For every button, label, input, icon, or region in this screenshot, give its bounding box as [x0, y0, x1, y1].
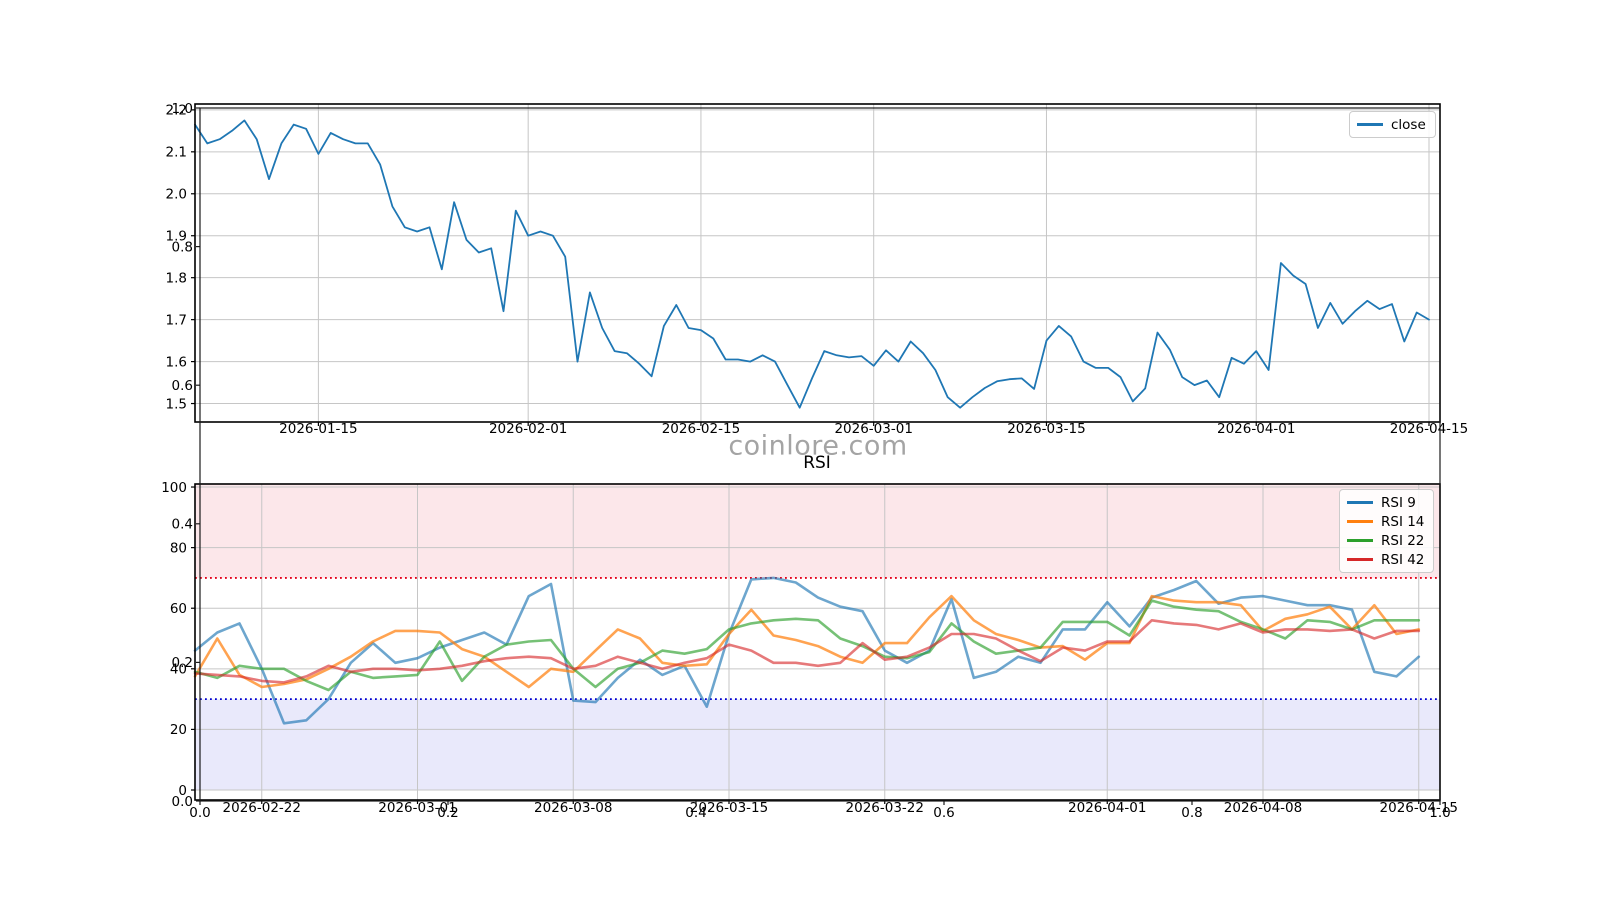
- y-tick-label: 2.1: [166, 145, 187, 161]
- y-tick-label: 1.6: [166, 354, 187, 370]
- rsi22-line-swatch: [1347, 539, 1373, 542]
- y-tick-label: 100: [161, 480, 187, 496]
- series-rsi-42: [193, 618, 1421, 684]
- oversold-band: [195, 699, 1440, 791]
- overlay-x-tick-label: 0.8: [1181, 805, 1202, 821]
- legend-entry-rsi42: RSI 42: [1347, 550, 1424, 569]
- legend-entry-rsi22: RSI 22: [1347, 531, 1424, 550]
- x-tick-label: 2026-04-01: [1217, 421, 1295, 437]
- rsi-chart: 0204060801002026-02-22 2026-03-01 2026-03-…: [161, 480, 1458, 816]
- legend-label-rsi42: RSI 42: [1381, 551, 1425, 568]
- y-tick-label: 20: [170, 722, 187, 738]
- x-tick-label: 2026-04-08: [1224, 800, 1302, 816]
- series-rsi-14: [193, 594, 1421, 689]
- overlay-y-tick-label: 0.6: [172, 378, 193, 394]
- x-tick-label: 2026-04-01: [1068, 800, 1146, 816]
- rsi9-line-swatch: [1347, 501, 1373, 504]
- close-line-swatch: [1357, 123, 1383, 126]
- legend-label-rsi22: RSI 22: [1381, 532, 1425, 549]
- figure: 1.5 1.6 1.7 1.8 1.9 2.0 2.1 2.2 2026-01-15 2026-0…: [0, 0, 1600, 900]
- overlay-y-tick-label: 0.4: [172, 517, 193, 533]
- rsi42-line-swatch: [1347, 558, 1373, 561]
- overlay-x-tick-label: 0.2: [437, 805, 458, 821]
- y-tick-label: 1.8: [166, 270, 187, 286]
- overlay-x-tick-label: 0.4: [685, 805, 706, 821]
- legend-entry-close: close: [1357, 115, 1426, 134]
- x-tick-label: 2026-03-15: [1007, 421, 1085, 437]
- rsi14-line-swatch: [1347, 520, 1373, 523]
- overlay-x-tick-label: 0.6: [933, 805, 954, 821]
- y-tick-label: 2.0: [166, 187, 187, 203]
- y-tick-label: 60: [170, 601, 187, 617]
- rsi-chart-title: RSI: [803, 453, 831, 473]
- y-tick-label: 1.5: [166, 396, 187, 412]
- legend-label-rsi14: RSI 14: [1381, 513, 1425, 530]
- series-close: [194, 119, 1430, 409]
- legend-label-close: close: [1391, 116, 1426, 133]
- legend-entry-rsi14: RSI 14: [1347, 512, 1424, 531]
- overlay-x-tick-label: 0.0: [189, 805, 210, 821]
- x-tick-label: 2026-02-01: [489, 421, 567, 437]
- overlay-y-tick-label: 0.2: [172, 655, 193, 671]
- price-legend: close: [1349, 111, 1436, 138]
- overlay-x-tick-label: 1.0: [1429, 805, 1450, 821]
- overlay-y-tick-label: 0.8: [172, 239, 193, 255]
- rsi-legend: RSI 9 RSI 14 RSI 22 RSI 42: [1339, 489, 1435, 573]
- x-tick-label: 2026-02-22: [223, 800, 301, 816]
- overbought-band: [195, 484, 1440, 578]
- overlay-y-tick-label: 1.0: [172, 101, 193, 117]
- x-tick-label: 2026-03-22: [846, 800, 924, 816]
- y-tick-label: 1.7: [166, 312, 187, 328]
- y-tick-label: 80: [170, 540, 187, 556]
- x-tick-label: 2026-01-15: [279, 421, 357, 437]
- legend-entry-rsi9: RSI 9: [1347, 493, 1424, 512]
- series-rsi-22: [193, 599, 1421, 692]
- legend-label-rsi9: RSI 9: [1381, 494, 1416, 511]
- x-tick-label: 2026-04-15: [1390, 421, 1468, 437]
- price-chart: 1.51.61.71.81.92.02.12.22026-01-15 2026-0…: [166, 103, 1469, 437]
- x-tick-label: 2026-03-08: [534, 800, 612, 816]
